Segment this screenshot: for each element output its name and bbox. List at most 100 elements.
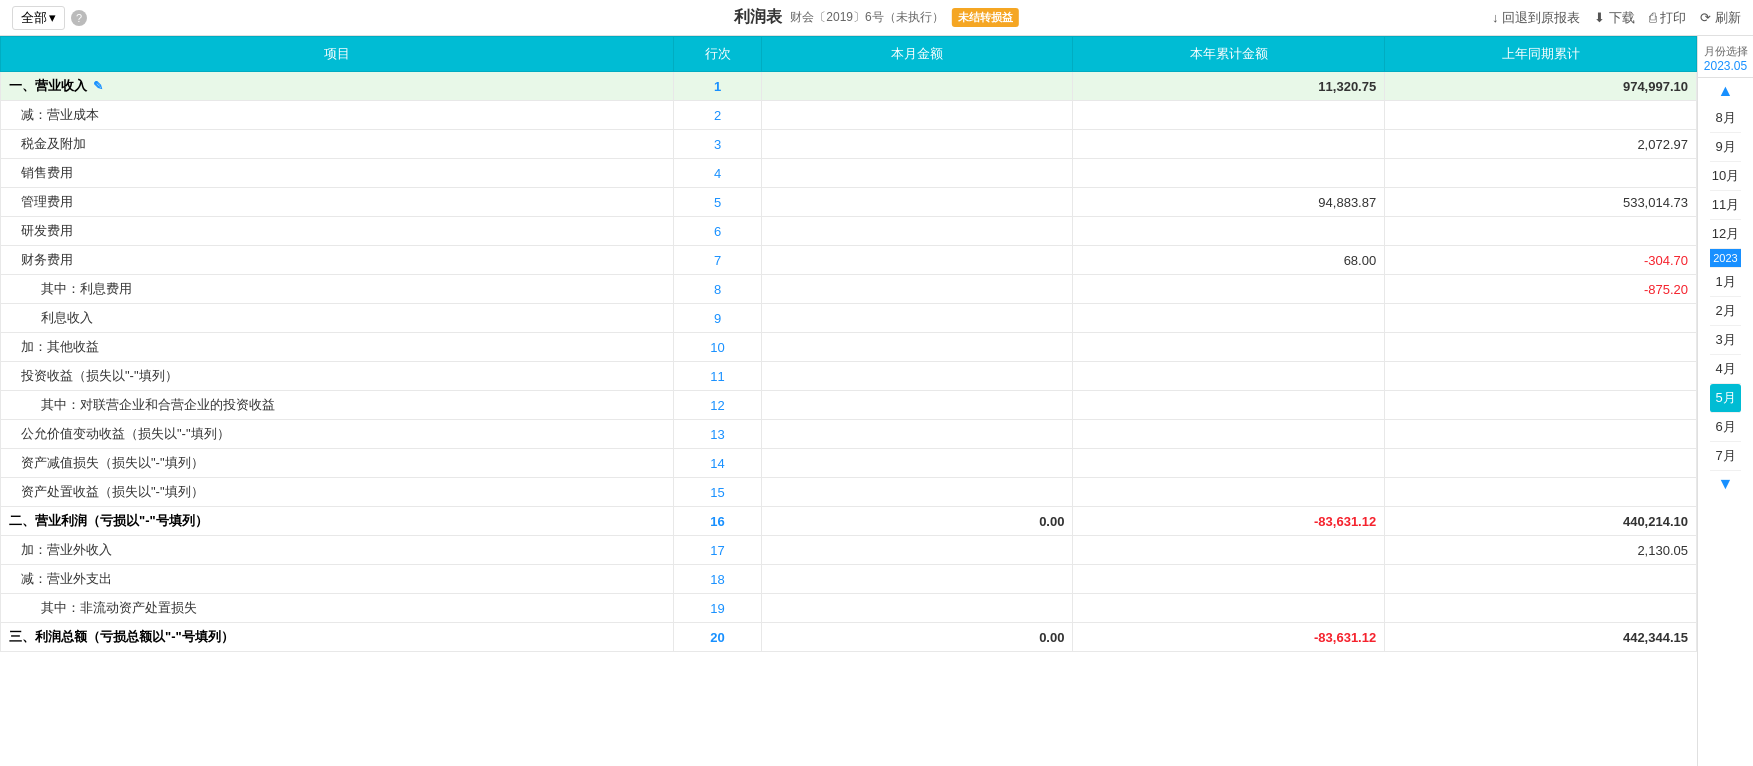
table-row: 财务费用768.00-304.70 <box>1 246 1697 275</box>
row-name-cell: 其中：对联营企业和合营企业的投资收益 <box>1 391 674 420</box>
ytd-cell <box>1073 159 1385 188</box>
row-number-cell: 3 <box>674 130 761 159</box>
row-name-cell: 其中：非流动资产处置损失 <box>1 594 674 623</box>
ytd-cell <box>1073 362 1385 391</box>
row-name-cell: 三、利润总额（亏损总额以"-"号填列） <box>1 623 674 652</box>
row-number-cell: 20 <box>674 623 761 652</box>
col-header-name: 项目 <box>1 37 674 72</box>
month-item[interactable]: 10月 <box>1710 162 1741 191</box>
month-sidebar-title: 月份选择 2023.05 <box>1698 40 1753 78</box>
row-name-cell: 销售费用 <box>1 159 674 188</box>
current-month-cell: 0.00 <box>761 507 1073 536</box>
current-month-cell: 0.00 <box>761 623 1073 652</box>
row-name-cell: 减：营业外支出 <box>1 565 674 594</box>
row-number-cell: 5 <box>674 188 761 217</box>
month-down-arrow[interactable]: ▼ <box>1698 471 1753 497</box>
month-up-arrow[interactable]: ▲ <box>1698 78 1753 104</box>
ytd-cell: 94,883.87 <box>1073 188 1385 217</box>
chevron-down-icon: ▾ <box>49 10 56 25</box>
table-row: 其中：非流动资产处置损失19 <box>1 594 1697 623</box>
month-item[interactable]: 5月 <box>1710 384 1741 413</box>
row-name-cell: 资产处置收益（损失以"-"填列） <box>1 478 674 507</box>
prior-year-cell: 2,072.97 <box>1385 130 1697 159</box>
edit-icon[interactable]: ✎ <box>93 79 103 93</box>
prior-year-cell <box>1385 391 1697 420</box>
ytd-cell <box>1073 275 1385 304</box>
table-row: 资产处置收益（损失以"-"填列）15 <box>1 478 1697 507</box>
month-item[interactable]: 9月 <box>1710 133 1741 162</box>
col-header-current: 本月金额 <box>761 37 1073 72</box>
current-month-cell <box>761 536 1073 565</box>
top-bar: 全部 ▾ ? 利润表 财会〔2019〕6号（未执行） 未结转损益 ↓ 回退到原报… <box>0 0 1753 36</box>
print-button[interactable]: ⎙ 打印 <box>1649 9 1687 27</box>
main-container: 项目 行次 本月金额 本年累计金额 上年同期累计 一、营业收入✎111,320.… <box>0 36 1753 766</box>
table-row: 管理费用5 94,883.87533,014.73 <box>1 188 1697 217</box>
current-month-cell <box>761 449 1073 478</box>
ytd-cell <box>1073 478 1385 507</box>
ytd-cell <box>1073 101 1385 130</box>
row-name-cell: 管理费用 <box>1 188 674 217</box>
ytd-cell <box>1073 565 1385 594</box>
current-month-cell <box>761 101 1073 130</box>
prior-year-cell: 533,014.73 <box>1385 188 1697 217</box>
row-name-cell: 加：营业外收入 <box>1 536 674 565</box>
prior-year-cell <box>1385 362 1697 391</box>
month-item[interactable]: 8月 <box>1710 104 1741 133</box>
row-name-cell: 研发费用 <box>1 217 674 246</box>
prior-year-cell <box>1385 304 1697 333</box>
current-month-cell <box>761 188 1073 217</box>
row-number-cell: 11 <box>674 362 761 391</box>
refresh-button[interactable]: ⟳ 刷新 <box>1700 9 1741 27</box>
ytd-cell <box>1073 130 1385 159</box>
prior-year-cell: 974,997.10 <box>1385 72 1697 101</box>
month-item[interactable]: 4月 <box>1710 355 1741 384</box>
month-item[interactable]: 2023 <box>1710 249 1741 268</box>
ytd-cell <box>1073 217 1385 246</box>
all-button[interactable]: 全部 ▾ <box>12 6 65 30</box>
prior-year-cell: 2,130.05 <box>1385 536 1697 565</box>
prior-year-cell <box>1385 101 1697 130</box>
current-month-cell <box>761 333 1073 362</box>
ytd-cell <box>1073 304 1385 333</box>
current-month-cell <box>761 594 1073 623</box>
row-name-cell: 加：其他收益 <box>1 333 674 362</box>
current-month-cell <box>761 565 1073 594</box>
month-item[interactable]: 6月 <box>1710 413 1741 442</box>
prior-year-cell <box>1385 333 1697 362</box>
row-name-cell: 财务费用 <box>1 246 674 275</box>
prior-year-cell <box>1385 565 1697 594</box>
month-item[interactable]: 12月 <box>1710 220 1741 249</box>
month-item[interactable]: 11月 <box>1710 191 1741 220</box>
back-button[interactable]: ↓ 回退到原报表 <box>1492 9 1580 27</box>
month-item[interactable]: 1月 <box>1710 268 1741 297</box>
month-item[interactable]: 3月 <box>1710 326 1741 355</box>
report-title: 利润表 <box>734 7 782 28</box>
page-title-area: 利润表 财会〔2019〕6号（未执行） 未结转损益 <box>734 7 1018 28</box>
row-number-cell: 17 <box>674 536 761 565</box>
table-row: 加：营业外收入17 2,130.05 <box>1 536 1697 565</box>
current-month-cell <box>761 420 1073 449</box>
table-row: 研发费用6 <box>1 217 1697 246</box>
month-item[interactable]: 2月 <box>1710 297 1741 326</box>
help-icon[interactable]: ? <box>71 10 87 26</box>
row-name-cell: 税金及附加 <box>1 130 674 159</box>
row-name-cell: 资产减值损失（损失以"-"填列） <box>1 449 674 478</box>
row-number-cell: 10 <box>674 333 761 362</box>
row-name-cell: 减：营业成本 <box>1 101 674 130</box>
table-row: 投资收益（损失以"-"填列）11 <box>1 362 1697 391</box>
table-row: 减：营业成本2 <box>1 101 1697 130</box>
row-number-cell: 18 <box>674 565 761 594</box>
table-row: 二、营业利润（亏损以"-"号填列）160.00-83,631.12440,214… <box>1 507 1697 536</box>
current-month-cell <box>761 246 1073 275</box>
row-number-cell: 4 <box>674 159 761 188</box>
table-row: 加：其他收益10 <box>1 333 1697 362</box>
table-row: 三、利润总额（亏损总额以"-"号填列）200.00-83,631.12442,3… <box>1 623 1697 652</box>
month-item[interactable]: 7月 <box>1710 442 1741 471</box>
row-number-cell: 2 <box>674 101 761 130</box>
table-row: 税金及附加3 2,072.97 <box>1 130 1697 159</box>
table-row: 销售费用4 <box>1 159 1697 188</box>
download-button[interactable]: ⬇ 下载 <box>1594 9 1635 27</box>
row-number-cell: 12 <box>674 391 761 420</box>
row-name-cell: 二、营业利润（亏损以"-"号填列） <box>1 507 674 536</box>
prior-year-cell: -875.20 <box>1385 275 1697 304</box>
